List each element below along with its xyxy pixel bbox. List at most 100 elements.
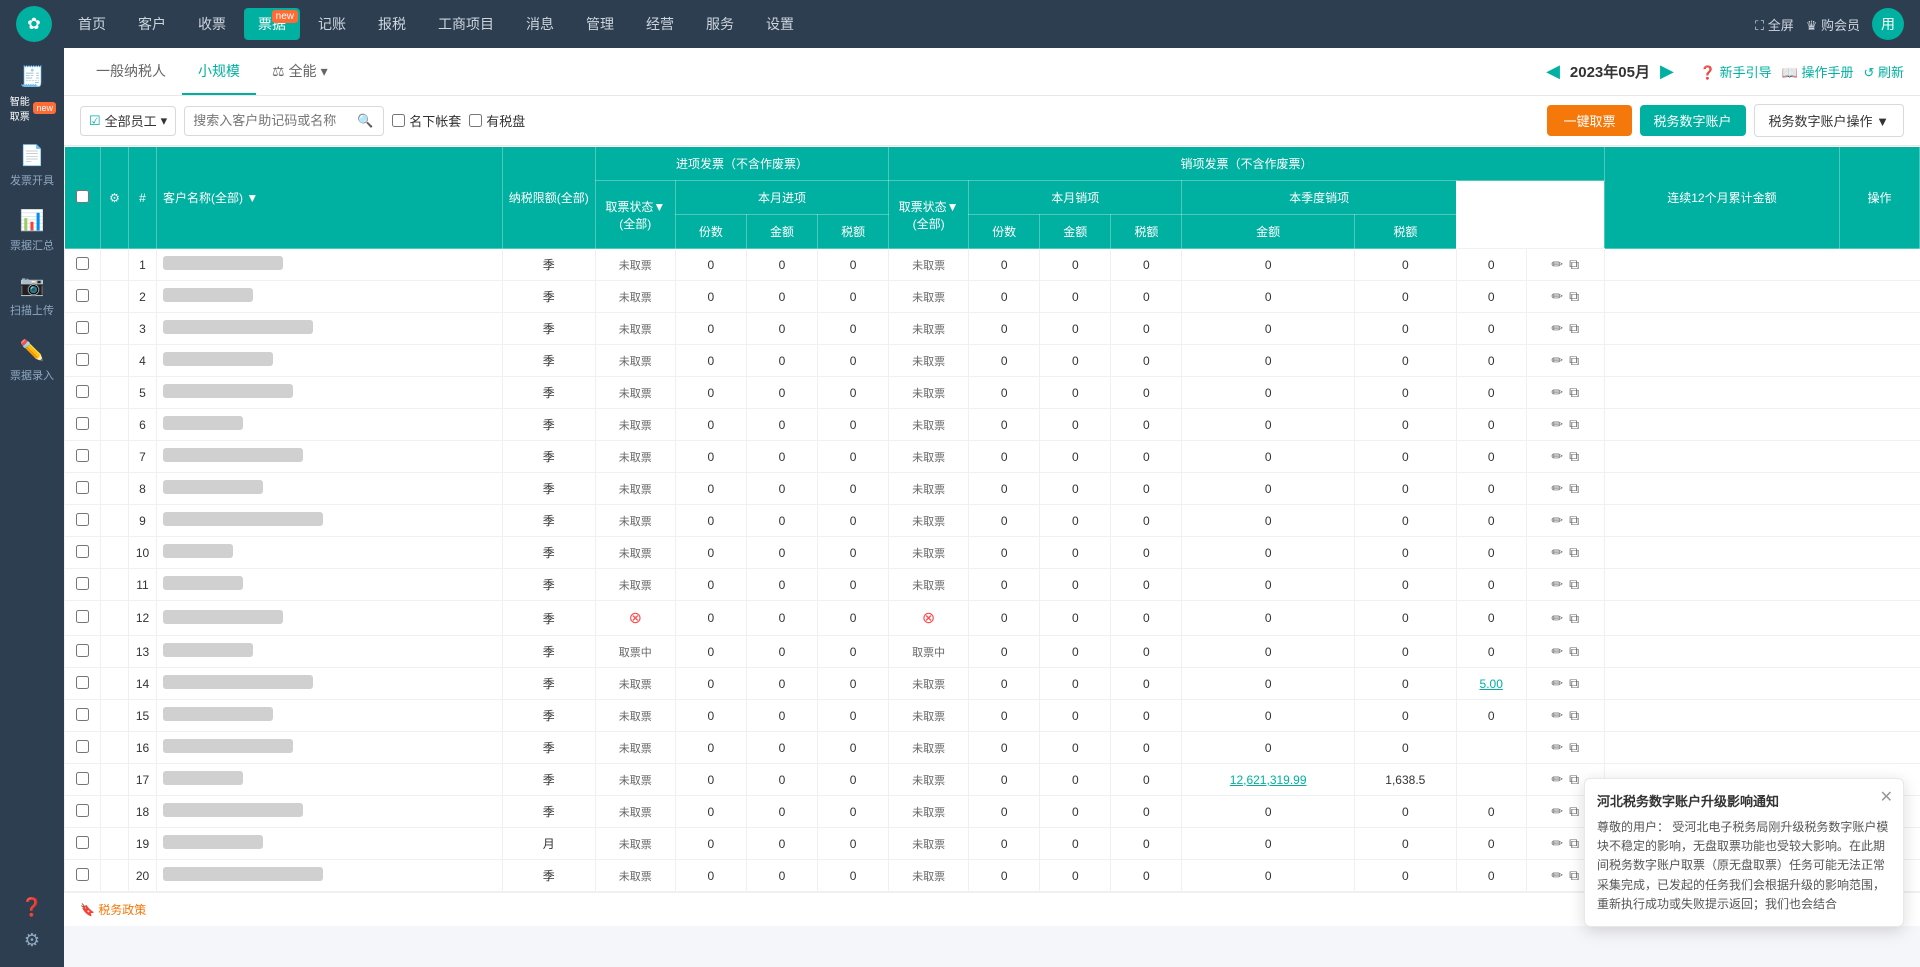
tax-policy-link[interactable]: 🔖 税务政策 — [80, 903, 146, 917]
out-fetch-status-cell[interactable]: 未取票 — [889, 409, 969, 441]
out-fetch-status-cell[interactable]: 未取票 — [889, 732, 969, 764]
quarter-amount-cell[interactable]: 0 — [1182, 281, 1354, 313]
copy-icon[interactable]: ⧉ — [1569, 448, 1579, 465]
sidebar-item-open-invoice[interactable]: 📄 发票开具 — [4, 135, 60, 196]
out-fetch-status-cell[interactable]: 未取票 — [889, 537, 969, 569]
accum12-cell[interactable]: 0 — [1456, 505, 1526, 537]
in-fetch-status-cell[interactable]: 未取票 — [595, 281, 675, 313]
accum12-cell[interactable]: 0 — [1456, 860, 1526, 892]
accum12-cell[interactable] — [1456, 732, 1526, 764]
nav-settings[interactable]: 设置 — [752, 8, 808, 40]
col-out-fetch-status[interactable]: 取票状态▼(全部) — [889, 181, 969, 249]
out-fetch-status-cell[interactable]: 未取票 — [889, 505, 969, 537]
nav-receive-invoice[interactable]: 收票 — [184, 8, 240, 40]
out-fetch-status-cell[interactable]: 未取票 — [889, 345, 969, 377]
accum12-cell[interactable]: 0 — [1456, 281, 1526, 313]
out-fetch-status-cell[interactable]: 未取票 — [889, 700, 969, 732]
nav-home[interactable]: 首页 — [64, 8, 120, 40]
copy-icon[interactable]: ⧉ — [1569, 320, 1579, 337]
quarter-amount-cell[interactable]: 0 — [1182, 249, 1354, 281]
accum12-cell[interactable]: 0 — [1456, 537, 1526, 569]
row-checkbox[interactable] — [76, 740, 89, 753]
quarter-amount-cell[interactable]: 0 — [1182, 732, 1354, 764]
edit-icon[interactable]: ✏ — [1551, 288, 1563, 305]
in-fetch-status-cell[interactable]: 未取票 — [595, 409, 675, 441]
in-fetch-status-cell[interactable]: 未取票 — [595, 441, 675, 473]
digital-account-ops-btn[interactable]: 税务数字账户操作 ▼ — [1754, 104, 1904, 137]
copy-icon[interactable]: ⧉ — [1569, 512, 1579, 529]
out-fetch-status-cell[interactable]: 未取票 — [889, 473, 969, 505]
digital-account-btn[interactable]: 税务数字账户 — [1640, 105, 1746, 136]
copy-icon[interactable]: ⧉ — [1569, 352, 1579, 369]
row-checkbox[interactable] — [76, 610, 89, 623]
search-icon[interactable]: 🔍 — [357, 113, 373, 129]
nav-accounting[interactable]: 记账 — [304, 8, 360, 40]
row-checkbox[interactable] — [76, 676, 89, 689]
check-all[interactable] — [76, 190, 89, 203]
help-icon[interactable]: ❓ — [21, 897, 43, 918]
nav-invoice[interactable]: 票据 new — [244, 8, 300, 40]
edit-icon[interactable]: ✏ — [1551, 739, 1563, 756]
edit-icon[interactable]: ✏ — [1551, 610, 1563, 627]
accum12-cell[interactable]: 0 — [1456, 828, 1526, 860]
copy-icon[interactable]: ⧉ — [1569, 610, 1579, 627]
in-fetch-status-cell[interactable]: 未取票 — [595, 537, 675, 569]
edit-icon[interactable]: ✏ — [1551, 803, 1563, 820]
out-fetch-status-cell[interactable]: 未取票 — [889, 668, 969, 700]
row-checkbox[interactable] — [76, 257, 89, 270]
in-fetch-status-cell[interactable]: ⊗ — [595, 601, 675, 636]
row-checkbox[interactable] — [76, 804, 89, 817]
nav-business[interactable]: 工商项目 — [424, 8, 508, 40]
next-month-btn[interactable]: ▶ — [1660, 61, 1674, 82]
quarter-amount-cell[interactable]: 0 — [1182, 377, 1354, 409]
search-input[interactable] — [193, 113, 353, 128]
quarter-amount-cell[interactable]: 0 — [1182, 473, 1354, 505]
fullscreen-btn[interactable]: ⛶ 全屏 — [1755, 15, 1794, 34]
copy-icon[interactable]: ⧉ — [1569, 384, 1579, 401]
quarter-amount-cell[interactable]: 0 — [1182, 569, 1354, 601]
in-fetch-status-cell[interactable]: 未取票 — [595, 377, 675, 409]
edit-icon[interactable]: ✏ — [1551, 835, 1563, 852]
prev-month-btn[interactable]: ◀ — [1546, 61, 1560, 82]
accum12-cell[interactable]: 0 — [1456, 796, 1526, 828]
in-fetch-status-cell[interactable]: 未取票 — [595, 796, 675, 828]
accum12-value[interactable]: 5.00 — [1480, 677, 1503, 691]
edit-icon[interactable]: ✏ — [1551, 576, 1563, 593]
sidebar-item-invoice-summary[interactable]: 📊 票据汇总 — [4, 200, 60, 261]
quarter-amount-cell[interactable]: 0 — [1182, 828, 1354, 860]
quarter-amount-cell[interactable]: 0 — [1182, 860, 1354, 892]
copy-icon[interactable]: ⧉ — [1569, 707, 1579, 724]
vip-btn[interactable]: ♛ 购会员 — [1806, 15, 1860, 34]
edit-icon[interactable]: ✏ — [1551, 480, 1563, 497]
out-fetch-status-cell[interactable]: ⊗ — [889, 601, 969, 636]
edit-icon[interactable]: ✏ — [1551, 448, 1563, 465]
in-fetch-status-cell[interactable]: 未取票 — [595, 668, 675, 700]
quarter-amount-cell[interactable]: 0 — [1182, 313, 1354, 345]
row-checkbox[interactable] — [76, 836, 89, 849]
in-fetch-status-cell[interactable]: 未取票 — [595, 473, 675, 505]
row-checkbox[interactable] — [76, 289, 89, 302]
quarter-amount-cell[interactable]: 0 — [1182, 505, 1354, 537]
edit-icon[interactable]: ✏ — [1551, 416, 1563, 433]
out-fetch-status-cell[interactable]: 未取票 — [889, 828, 969, 860]
out-fetch-status-cell[interactable]: 未取票 — [889, 281, 969, 313]
row-checkbox[interactable] — [76, 644, 89, 657]
copy-icon[interactable]: ⧉ — [1569, 643, 1579, 660]
edit-icon[interactable]: ✏ — [1551, 256, 1563, 273]
copy-icon[interactable]: ⧉ — [1569, 256, 1579, 273]
edit-icon[interactable]: ✏ — [1551, 867, 1563, 884]
out-fetch-status-cell[interactable]: 未取票 — [889, 796, 969, 828]
manual-btn[interactable]: 📖 操作手册 — [1782, 62, 1854, 81]
in-fetch-status-cell[interactable]: 未取票 — [595, 249, 675, 281]
copy-icon[interactable]: ⧉ — [1569, 867, 1579, 884]
copy-icon[interactable]: ⧉ — [1569, 771, 1579, 788]
quarter-amount-cell[interactable]: 0 — [1182, 796, 1354, 828]
nav-manage[interactable]: 管理 — [572, 8, 628, 40]
out-fetch-status-cell[interactable]: 未取票 — [889, 569, 969, 601]
has-tax-disk-checkbox[interactable]: 有税盘 — [469, 111, 525, 130]
copy-icon[interactable]: ⧉ — [1569, 288, 1579, 305]
copy-icon[interactable]: ⧉ — [1569, 739, 1579, 756]
employee-selector[interactable]: ☑ 全部员工 ▾ — [80, 106, 176, 136]
quarter-amount-cell[interactable]: 0 — [1182, 409, 1354, 441]
out-fetch-status-cell[interactable]: 未取票 — [889, 249, 969, 281]
